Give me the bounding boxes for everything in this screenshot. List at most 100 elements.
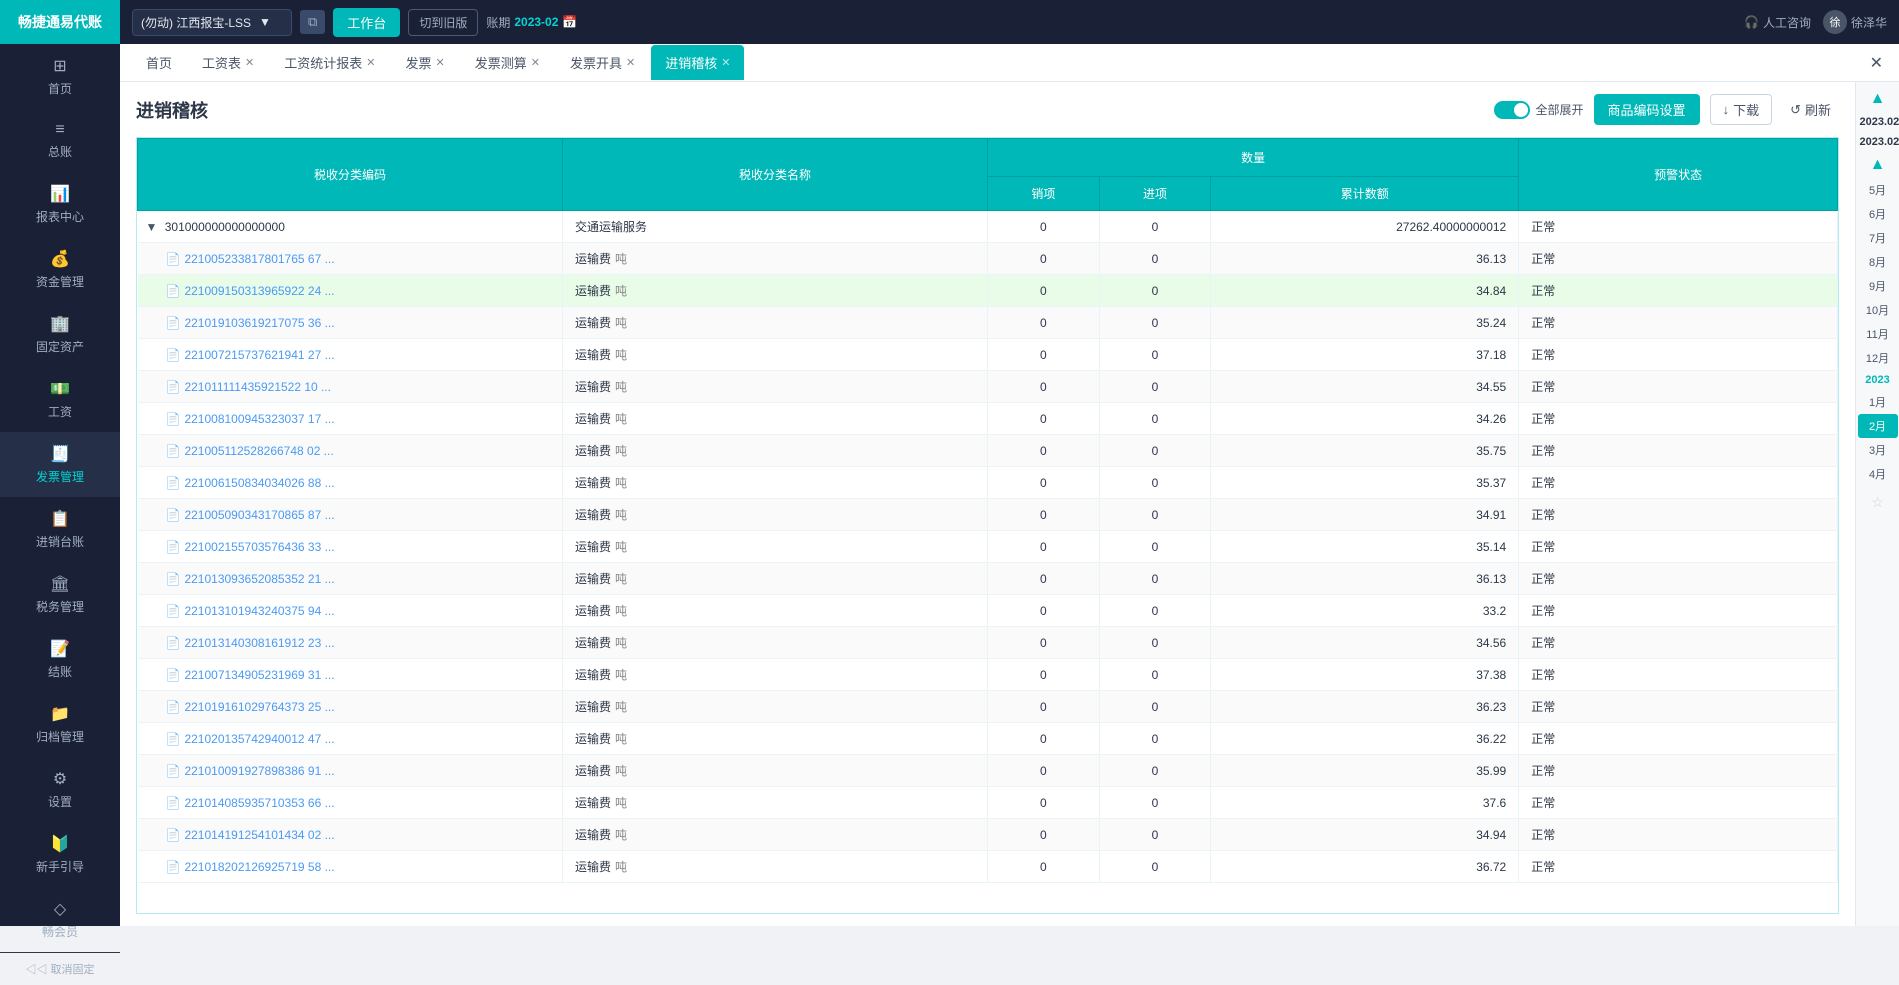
- status-cell: 正常: [1519, 819, 1838, 851]
- tab-salary-stats[interactable]: 工资统计报表 ✕: [270, 45, 389, 80]
- back-button[interactable]: 切到旧版: [408, 9, 478, 36]
- cal-month-11[interactable]: 11月: [1858, 322, 1898, 346]
- calendar-scroll-up[interactable]: ▲: [1866, 86, 1890, 112]
- tab-invoice-calc[interactable]: 发票测算 ✕: [461, 45, 554, 80]
- cal-month-5[interactable]: 5月: [1858, 178, 1898, 202]
- workbench-button[interactable]: 工作台: [333, 8, 400, 37]
- table-row[interactable]: 📄221005233817801765 67 ... 运输费吨0 0 36.13…: [138, 243, 1838, 275]
- cumulative-cell: 27262.40000000012: [1211, 211, 1519, 243]
- close-icon[interactable]: ✕: [245, 56, 254, 69]
- product-settings-button[interactable]: 商品编码设置: [1594, 94, 1700, 125]
- sidebar-item-guide[interactable]: 🔰 新手引导: [0, 822, 120, 887]
- status-cell: 正常: [1519, 275, 1838, 307]
- tab-invoice-reconcile[interactable]: 进销稽核 ✕: [651, 45, 744, 80]
- table-row[interactable]: ▼ 301000000000000000 交通运输服务0 0 27262.400…: [138, 211, 1838, 243]
- table-row[interactable]: 📄221020135742940012 47 ... 运输费吨0 0 36.22…: [138, 723, 1838, 755]
- table-row[interactable]: 📄221005112528266748 02 ... 运输费吨0 0 35.75…: [138, 435, 1838, 467]
- tab-invoice[interactable]: 发票 ✕: [391, 45, 458, 80]
- table-row[interactable]: 📄221013101943240375 94 ... 运输费吨0 0 33.2 …: [138, 595, 1838, 627]
- sales-cell: 0: [988, 691, 1100, 723]
- calendar-up-arrow[interactable]: ▲: [1866, 152, 1890, 178]
- table-row[interactable]: 📄221013093652085352 21 ... 运输费吨0 0 36.13…: [138, 563, 1838, 595]
- sidebar-item-tax[interactable]: 🏛 税务管理: [0, 562, 120, 627]
- cal-star-icon: ☆: [1871, 494, 1884, 511]
- table-row[interactable]: 📄221018202126925719 58 ... 运输费吨0 0 36.72…: [138, 851, 1838, 883]
- sidebar-item-salary[interactable]: 💵 工资: [0, 367, 120, 432]
- guide-icon: 🔰: [50, 834, 70, 854]
- table-row[interactable]: 📄221014085935710353 66 ... 运输费吨0 0 37.6 …: [138, 787, 1838, 819]
- cal-month-12[interactable]: 12月: [1858, 346, 1898, 370]
- status-cell: 正常: [1519, 755, 1838, 787]
- sidebar-item-settings[interactable]: ⚙ 设置: [0, 757, 120, 822]
- tax-code-value: 301000000000000000: [165, 220, 285, 234]
- purchase-cell: 0: [1099, 531, 1211, 563]
- close-icon[interactable]: ✕: [366, 56, 375, 69]
- sidebar-item-settlement[interactable]: 📝 结账: [0, 627, 120, 692]
- col-sales: 销项: [988, 177, 1100, 211]
- invoice-code: 221013101943240375 94 ...: [184, 604, 334, 618]
- tax-name-cell: 运输费吨: [563, 851, 988, 883]
- cal-month-4[interactable]: 4月: [1858, 462, 1898, 486]
- sidebar-item-purchase-sales[interactable]: 📋 进销台账: [0, 497, 120, 562]
- sidebar: 畅捷通易代账 ⊞ 首页 ≡ 总账 📊 报表中心 💰 资金管理 🏢 固定资产 💵 …: [0, 0, 120, 926]
- table-row[interactable]: 📄221013140308161912 23 ... 运输费吨0 0 34.56…: [138, 627, 1838, 659]
- tax-code-cell: 📄221011111435921522 10 ...: [138, 371, 563, 403]
- cal-month-8[interactable]: 8月: [1858, 250, 1898, 274]
- sidebar-item-label: 税务管理: [36, 598, 84, 615]
- tab-invoice-open-label: 发票开具: [570, 53, 622, 72]
- download-button[interactable]: ↓ 下载: [1710, 94, 1773, 125]
- table-row[interactable]: 📄221006150834034026 88 ... 运输费吨0 0 35.37…: [138, 467, 1838, 499]
- period-display: 账期 2023-02 📅: [486, 14, 577, 31]
- cal-month-9[interactable]: 9月: [1858, 274, 1898, 298]
- tab-home[interactable]: 首页: [132, 45, 186, 80]
- table-row[interactable]: 📄221007215737621941 27 ... 运输费吨0 0 37.18…: [138, 339, 1838, 371]
- table-row[interactable]: 📄221002155703576436 33 ... 运输费吨0 0 35.14…: [138, 531, 1838, 563]
- sidebar-item-member[interactable]: ◇ 畅会员: [0, 887, 120, 952]
- expand-toggle[interactable]: 全部展开: [1494, 101, 1584, 119]
- cal-month-7[interactable]: 7月: [1858, 226, 1898, 250]
- table-row[interactable]: 📄221005090343170865 87 ... 运输费吨0 0 34.91…: [138, 499, 1838, 531]
- table-row[interactable]: 📄221009150313965922 24 ... 运输费吨0 0 34.84…: [138, 275, 1838, 307]
- table-row[interactable]: 📄221019103619217075 36 ... 运输费吨0 0 35.24…: [138, 307, 1838, 339]
- close-icon[interactable]: ✕: [626, 56, 635, 69]
- table-row[interactable]: 📄221014191254101434 02 ... 运输费吨0 0 34.94…: [138, 819, 1838, 851]
- sidebar-item-home[interactable]: ⊞ 首页: [0, 44, 120, 109]
- sidebar-item-archive[interactable]: 📁 归档管理: [0, 692, 120, 757]
- table-row[interactable]: 📄221019161029764373 25 ... 运输费吨0 0 36.23…: [138, 691, 1838, 723]
- tax-code-cell: 📄221018202126925719 58 ...: [138, 851, 563, 883]
- sidebar-item-reports[interactable]: 📊 报表中心: [0, 172, 120, 237]
- main-table: 税收分类编码 税收分类名称 数量 预警状态 销项 进项 累计数额: [137, 138, 1838, 883]
- close-icon[interactable]: ✕: [436, 56, 445, 69]
- table-row[interactable]: 📄221011111435921522 10 ... 运输费吨0 0 34.55…: [138, 371, 1838, 403]
- sidebar-item-assets[interactable]: 🏢 固定资产: [0, 302, 120, 367]
- table-row[interactable]: 📄221010091927898386 91 ... 运输费吨0 0 35.99…: [138, 755, 1838, 787]
- close-all-button[interactable]: ✕: [1866, 53, 1887, 73]
- cal-month-3[interactable]: 3月: [1858, 438, 1898, 462]
- close-icon[interactable]: ✕: [721, 56, 730, 69]
- tab-invoice-open[interactable]: 发票开具 ✕: [556, 45, 649, 80]
- tax-name-cell: 运输费吨: [563, 243, 988, 275]
- tab-salary[interactable]: 工资表 ✕: [188, 45, 268, 80]
- close-icon[interactable]: ✕: [531, 56, 540, 69]
- table-row[interactable]: 📄221007134905231969 31 ... 运输费吨0 0 37.38…: [138, 659, 1838, 691]
- cumulative-cell: 33.2: [1211, 595, 1519, 627]
- status-cell: 正常: [1519, 595, 1838, 627]
- cal-month-10[interactable]: 10月: [1858, 298, 1898, 322]
- support-link[interactable]: 🎧 人工咨询: [1744, 14, 1811, 31]
- toggle-switch[interactable]: [1494, 101, 1530, 119]
- refresh-button[interactable]: ↺ 刷新: [1782, 95, 1839, 124]
- cal-month-6[interactable]: 6月: [1858, 202, 1898, 226]
- company-selector[interactable]: (勿动) 江西报宝-LSS ▼: [132, 9, 292, 36]
- sidebar-item-ledger[interactable]: ≡ 总账: [0, 109, 120, 172]
- headset-icon: 🎧: [1744, 15, 1759, 29]
- sidebar-pin-toggle[interactable]: ◁◁ 取消固定: [0, 952, 120, 985]
- copy-button[interactable]: ⧉: [300, 10, 325, 34]
- sales-cell: 0: [988, 275, 1100, 307]
- sidebar-item-funds[interactable]: 💰 资金管理: [0, 237, 120, 302]
- expand-icon[interactable]: ▼: [146, 220, 158, 234]
- sidebar-item-invoice[interactable]: 🧾 发票管理: [0, 432, 120, 497]
- cal-month-1[interactable]: 1月: [1858, 390, 1898, 414]
- table-row[interactable]: 📄221008100945323037 17 ... 运输费吨0 0 34.26…: [138, 403, 1838, 435]
- cal-month-2[interactable]: 2月: [1858, 414, 1898, 438]
- user-menu[interactable]: 徐 徐泽华: [1823, 10, 1887, 34]
